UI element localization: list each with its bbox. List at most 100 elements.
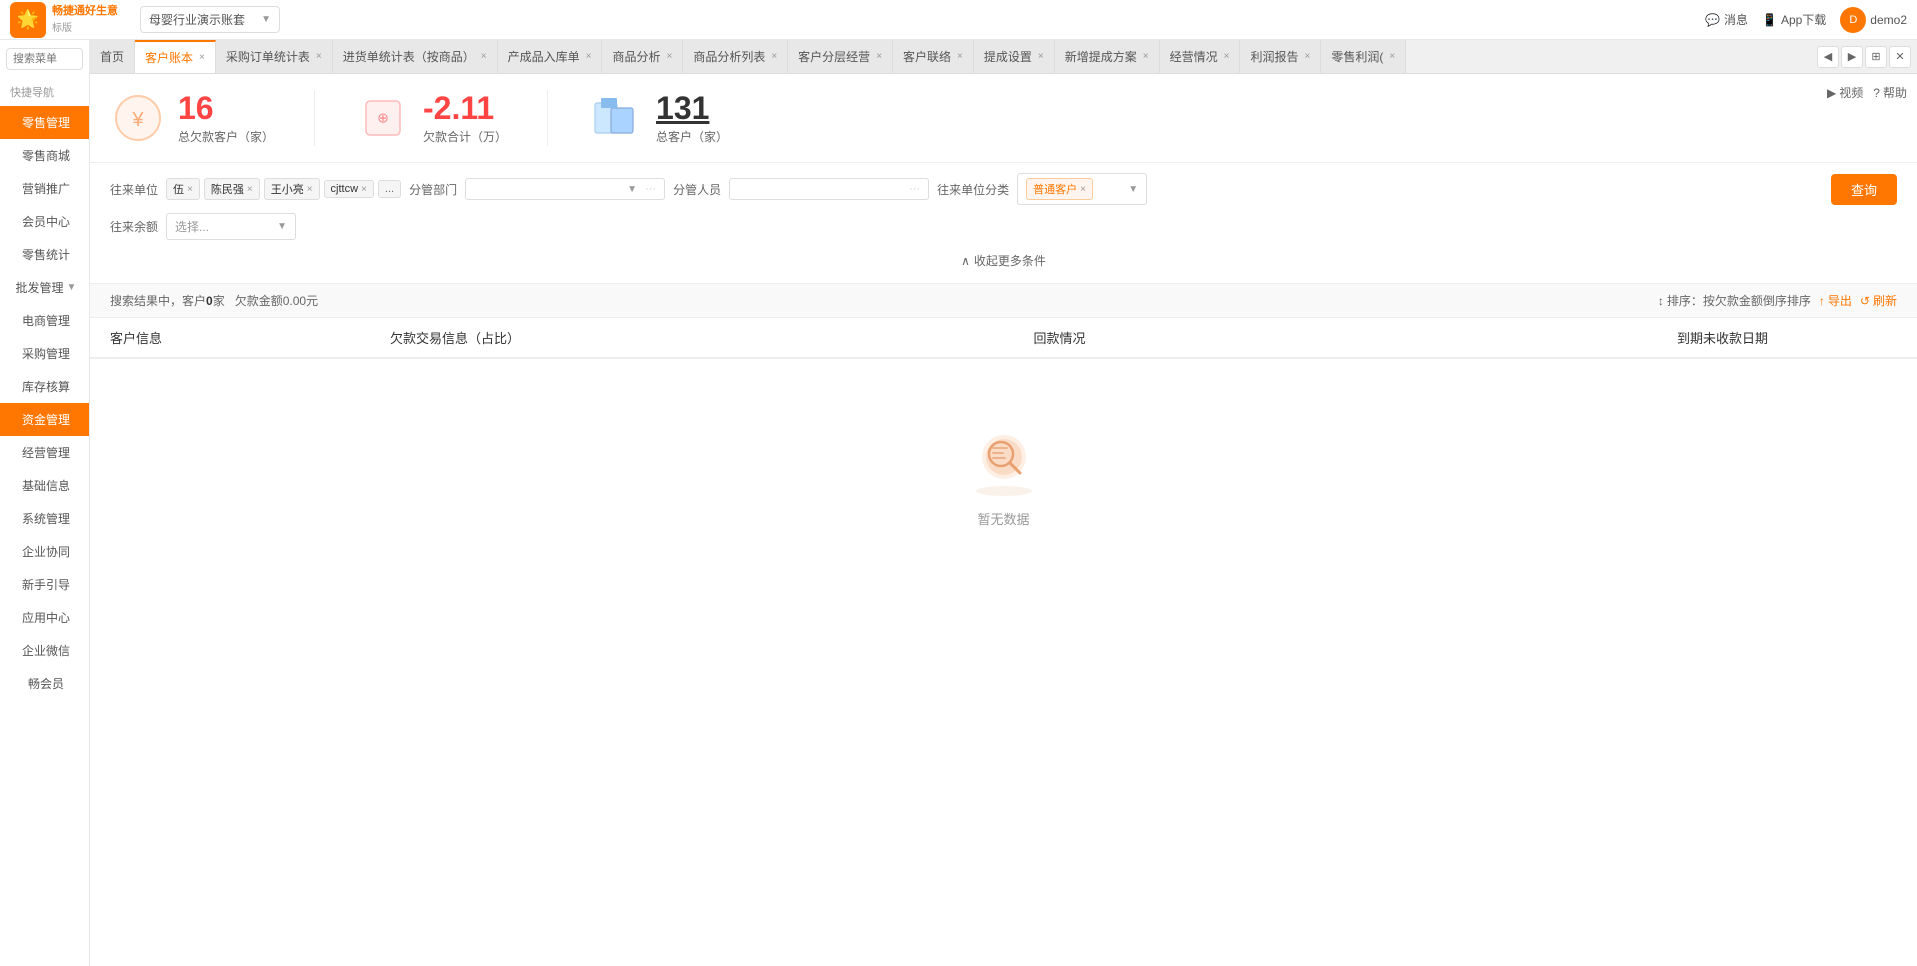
help-btn[interactable]: ? 帮助: [1873, 84, 1907, 101]
collapse-label: 收起更多条件: [974, 252, 1046, 269]
sidebar-item-ecommerce[interactable]: 电商管理: [0, 304, 89, 337]
workspace-selector[interactable]: 母婴行业演示账套 ▼: [140, 6, 280, 33]
message-btn[interactable]: 💬 消息: [1705, 11, 1748, 28]
app-download-btn[interactable]: 📱 App下载: [1762, 11, 1826, 28]
refresh-btn[interactable]: ↺ 刷新: [1860, 292, 1897, 309]
tab-close-customer-segment[interactable]: ×: [876, 51, 882, 62]
table-header: 客户信息 欠款交易信息（占比） 回款情况 到期未收款日期: [90, 318, 1917, 359]
filter-tag-wu: 伍 ×: [166, 178, 200, 200]
tab-close-improve-settings[interactable]: ×: [1038, 51, 1044, 62]
sidebar-item-retail-mgmt[interactable]: 零售管理: [0, 106, 89, 139]
tab-close-business-status[interactable]: ×: [1224, 51, 1230, 62]
tab-customer-account[interactable]: 客户账本 ×: [135, 40, 216, 73]
sidebar-item-member-center[interactable]: 会员中心: [0, 205, 89, 238]
sort-label: 排序：按欠款金额倒序排序: [1667, 292, 1811, 309]
filter-area: 往来单位 伍 × 陈民强 × 王小亮 × cjttcw × ... 分管部门 ▼…: [90, 163, 1917, 284]
sidebar-item-app-center[interactable]: 应用中心: [0, 601, 89, 634]
tab-purchase-order[interactable]: 采购订单统计表 ×: [216, 40, 333, 73]
col-overdue-date: 到期未收款日期: [1677, 328, 1897, 347]
balance-selector[interactable]: 选择... ▼: [166, 213, 296, 240]
tab-product-analysis-list[interactable]: 商品分析列表 ×: [683, 40, 788, 73]
tab-product-analysis[interactable]: 商品分析 ×: [602, 40, 683, 73]
tab-profit-report[interactable]: 利润报告 ×: [1240, 40, 1321, 73]
empty-icon: [964, 419, 1044, 499]
export-btn[interactable]: ↑ 导出: [1819, 292, 1852, 309]
balance-placeholder: 选择...: [175, 218, 209, 235]
remove-customer-type[interactable]: ×: [1080, 184, 1086, 195]
sidebar-item-member[interactable]: 畅会员: [0, 667, 89, 700]
tab-business-status[interactable]: 经营情况 ×: [1160, 40, 1241, 73]
balance-arrow: ▼: [277, 221, 287, 232]
user-label: demo2: [1870, 13, 1907, 27]
person-selector[interactable]: ···: [729, 178, 929, 200]
user-menu[interactable]: D demo2: [1840, 7, 1907, 33]
result-count: 搜索结果中，客户0家: [110, 292, 225, 309]
tab-home[interactable]: 首页: [90, 40, 135, 73]
sidebar-item-enterprise[interactable]: 企业协同: [0, 535, 89, 568]
empty-text: 暂无数据: [977, 509, 1029, 528]
person-filter-label: 分管人员: [673, 181, 721, 198]
tab-close-product-analysis[interactable]: ×: [666, 51, 672, 62]
dept-selector[interactable]: ▼ ···: [465, 178, 665, 200]
tab-close-new-improve[interactable]: ×: [1143, 51, 1149, 62]
filter-more-btn[interactable]: ...: [378, 180, 401, 198]
remove-tag-cjttcw[interactable]: ×: [361, 184, 367, 195]
tab-new-improve[interactable]: 新增提成方案 ×: [1055, 40, 1160, 73]
overdue-icon: ¥: [110, 90, 166, 146]
sidebar-item-sys-mgmt[interactable]: 系统管理: [0, 502, 89, 535]
sidebar-search-area: [0, 40, 89, 78]
unit-type-selector[interactable]: 普通客户 × ▼: [1017, 173, 1147, 205]
search-input[interactable]: [6, 48, 83, 70]
video-label: 视频: [1839, 84, 1863, 101]
tab-close-production-inbound[interactable]: ×: [586, 51, 592, 62]
quick-nav-label: 快捷导航: [10, 84, 54, 100]
tab-close-all[interactable]: ✕: [1889, 46, 1911, 68]
remove-tag-wu[interactable]: ×: [187, 184, 193, 195]
sidebar-item-new-guide[interactable]: 新手引导: [0, 568, 89, 601]
tab-close-profit-report[interactable]: ×: [1304, 51, 1310, 62]
remove-tag-chen[interactable]: ×: [247, 184, 253, 195]
sidebar-item-batch-mgmt[interactable]: 批发管理 ▼: [0, 271, 89, 304]
sidebar-item-base-info[interactable]: 基础信息: [0, 469, 89, 502]
sidebar-item-purchase[interactable]: 采购管理: [0, 337, 89, 370]
tab-scroll-left[interactable]: ◀: [1817, 46, 1839, 68]
sidebar-item-retail-mall[interactable]: 零售商城: [0, 139, 89, 172]
tab-customer-contact[interactable]: 客户联络 ×: [893, 40, 974, 73]
collapse-filters-btn[interactable]: ∧ 收起更多条件: [953, 248, 1054, 273]
tab-improve-settings[interactable]: 提成设置 ×: [974, 40, 1055, 73]
tab-production-inbound[interactable]: 产成品入库单 ×: [498, 40, 603, 73]
sidebar-item-inventory[interactable]: 库存核算: [0, 370, 89, 403]
sidebar-item-ops[interactable]: 经营管理: [0, 436, 89, 469]
refresh-icon: ↺: [1860, 294, 1870, 308]
col-customer-info: 客户信息: [110, 328, 390, 347]
tab-close-purchase-order[interactable]: ×: [316, 51, 322, 62]
tab-inbound-stats[interactable]: 进货单统计表（按商品） ×: [333, 40, 498, 73]
query-button[interactable]: 查询: [1831, 174, 1897, 205]
sidebar-item-finance[interactable]: 资金管理: [0, 403, 89, 436]
tab-close-customer-account[interactable]: ×: [199, 52, 205, 63]
dept-arrow: ▼: [627, 184, 637, 195]
remove-tag-wang[interactable]: ×: [307, 184, 313, 195]
tab-retail-profit[interactable]: 零售利润( ×: [1321, 40, 1406, 73]
sidebar-quick-nav[interactable]: 快捷导航: [0, 78, 89, 106]
video-help-btn[interactable]: ▶ 视频: [1827, 84, 1863, 101]
sort-btn[interactable]: ↕ 排序：按欠款金额倒序排序: [1658, 292, 1811, 309]
balance-label: 往来余额: [110, 218, 158, 235]
tab-expand[interactable]: ⊞: [1865, 46, 1887, 68]
phone-icon: 📱: [1762, 13, 1777, 27]
tab-close-inbound-stats[interactable]: ×: [481, 51, 487, 62]
tab-scroll-right[interactable]: ▶: [1841, 46, 1863, 68]
tab-close-product-analysis-list[interactable]: ×: [771, 51, 777, 62]
workspace-label: 母婴行业演示账套: [149, 11, 245, 28]
total-customers-label: 总客户（家）: [656, 128, 728, 145]
customer-type-value: 普通客户: [1033, 181, 1077, 197]
dept-filter-label: 分管部门: [409, 181, 457, 198]
sidebar-item-retail-stats[interactable]: 零售统计: [0, 238, 89, 271]
sidebar-item-wechat[interactable]: 企业微信: [0, 634, 89, 667]
export-icon: ↑: [1819, 294, 1825, 308]
customer-type-tag: 普通客户 ×: [1026, 178, 1093, 200]
tab-customer-segment[interactable]: 客户分层经营 ×: [788, 40, 893, 73]
sidebar-item-marketing[interactable]: 营销推广: [0, 172, 89, 205]
tab-close-customer-contact[interactable]: ×: [957, 51, 963, 62]
tab-close-retail-profit[interactable]: ×: [1389, 51, 1395, 62]
